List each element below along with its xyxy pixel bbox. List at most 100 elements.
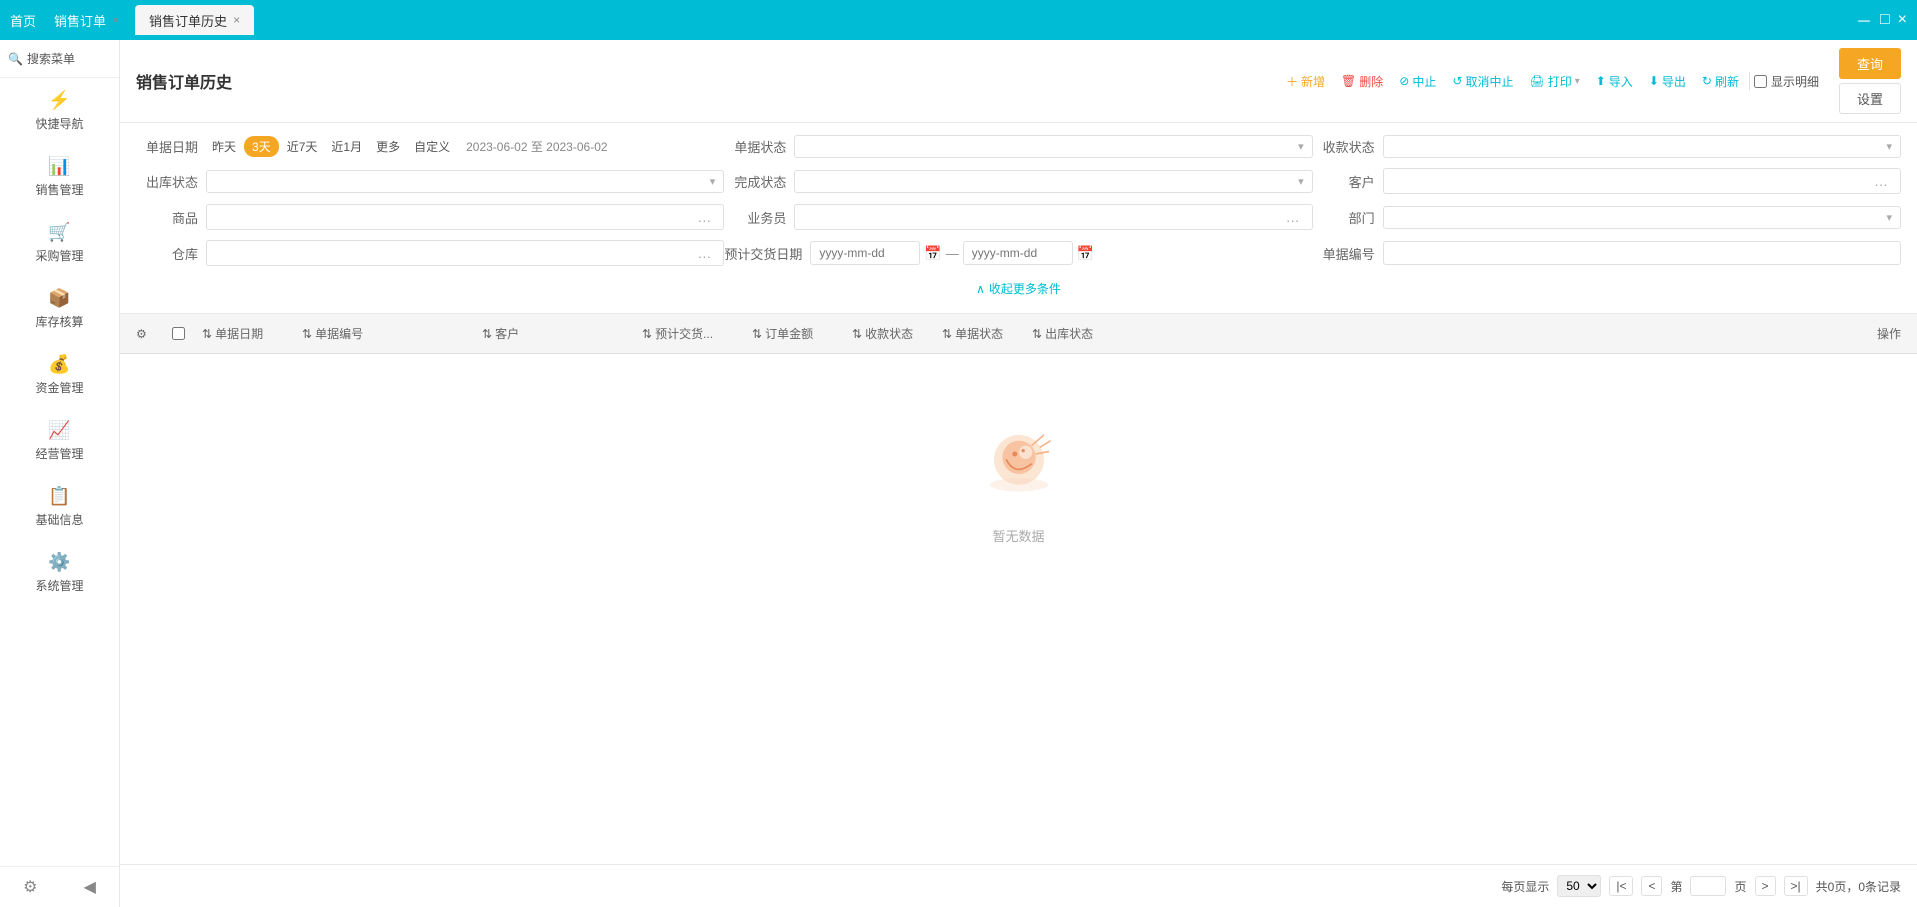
- sidebar-collapse-icon[interactable]: ◀: [84, 877, 96, 897]
- sort-icon-receipt: ⇅: [852, 327, 862, 341]
- th-order-no[interactable]: ⇅ 单据编号: [294, 325, 474, 342]
- goods-ellipsis-btn[interactable]: …: [693, 209, 715, 225]
- sidebar-settings-icon[interactable]: ⚙: [23, 877, 37, 897]
- delivery-date-calendar-to-icon[interactable]: 📅: [1077, 245, 1094, 262]
- window-maximize-icon[interactable]: □: [1880, 11, 1890, 29]
- table-settings-icon[interactable]: ⚙: [136, 327, 147, 341]
- window-minimize-icon[interactable]: －: [1856, 8, 1872, 32]
- receipt-status-select[interactable]: ▾: [1383, 135, 1901, 158]
- sidebar-item-inventory[interactable]: 📦 库存核算: [0, 276, 119, 342]
- system-mgmt-icon: ⚙️: [48, 552, 70, 573]
- th-order-status[interactable]: ⇅ 单据状态: [934, 325, 1024, 342]
- print-button[interactable]: 🖨 打印 ▾: [1523, 69, 1585, 94]
- top-bar: 首页 销售订单 × 销售订单历史 × － □ ×: [0, 0, 1917, 40]
- last7days-btn[interactable]: 近7天: [281, 136, 324, 157]
- tab-home[interactable]: 首页: [10, 11, 36, 30]
- settings-button[interactable]: 设置: [1839, 83, 1901, 114]
- delete-icon: 🗑: [1341, 74, 1356, 88]
- order-no-label: 单据编号: [1313, 244, 1383, 263]
- page-label-2: 页: [1734, 878, 1746, 895]
- first-page-btn[interactable]: |<: [1609, 876, 1633, 896]
- last-page-btn[interactable]: >|: [1784, 876, 1808, 896]
- prev-page-btn[interactable]: <: [1641, 876, 1662, 896]
- delivery-date-from[interactable]: [810, 241, 920, 265]
- out-status-select[interactable]: ▾: [206, 170, 724, 193]
- import-button[interactable]: ⬆ 导入: [1590, 69, 1639, 94]
- delivery-date-to[interactable]: [963, 241, 1073, 265]
- th-delivery[interactable]: ⇅ 预计交货...: [634, 325, 744, 342]
- delete-button[interactable]: 🗑 删除: [1335, 69, 1389, 94]
- delivery-date-calendar-from-icon[interactable]: 📅: [924, 245, 941, 262]
- next-page-btn[interactable]: >: [1755, 876, 1776, 896]
- new-icon: ＋: [1286, 73, 1298, 90]
- sidebar-item-quick-nav[interactable]: ⚡ 快捷导航: [0, 78, 119, 144]
- last1month-btn[interactable]: 近1月: [325, 136, 368, 157]
- out-status-label: 出库状态: [136, 172, 206, 191]
- close-tab-sales-order-history[interactable]: ×: [233, 13, 240, 27]
- search-icon: 🔍: [8, 52, 23, 66]
- toolbar: 销售订单历史 ＋ 新增 🗑 删除 ⊘ 中止 ↺ 取消中止: [120, 40, 1917, 123]
- query-button[interactable]: 查询: [1839, 48, 1901, 79]
- customer-ellipsis-btn[interactable]: …: [1870, 173, 1892, 189]
- toolbar-actions: ＋ 新增 🗑 删除 ⊘ 中止 ↺ 取消中止 🖨 打印: [1280, 69, 1819, 94]
- empty-text: 暂无数据: [992, 526, 1044, 545]
- sidebar-item-finance[interactable]: 💰 资金管理: [0, 342, 119, 408]
- th-customer[interactable]: ⇅ 客户: [474, 325, 634, 342]
- th-out-status[interactable]: ⇅ 出库状态: [1024, 325, 1114, 342]
- sidebar-item-basic-info[interactable]: 📋 基础信息: [0, 474, 119, 540]
- order-no-input[interactable]: [1383, 241, 1901, 265]
- th-settings[interactable]: ⚙: [128, 327, 164, 341]
- more-btn[interactable]: 更多: [370, 136, 406, 157]
- display-detail-input[interactable]: [1754, 75, 1767, 88]
- finance-icon: 💰: [48, 354, 70, 375]
- filter-row-1: 单据日期 昨天 3天 近7天 近1月 更多 自定义 2023-06-02 至 2…: [136, 135, 1901, 158]
- sidebar-item-purchase-mgmt[interactable]: 🛒 采购管理: [0, 210, 119, 276]
- customer-label: 客户: [1313, 172, 1383, 191]
- sidebar-item-system-mgmt[interactable]: ⚙️ 系统管理: [0, 540, 119, 606]
- collapse-row[interactable]: ∧ 收起更多条件: [136, 276, 1901, 301]
- print-icon: 🖨: [1529, 74, 1544, 88]
- page-input[interactable]: 1: [1690, 876, 1726, 896]
- tab-sales-order-history[interactable]: 销售订单历史 ×: [135, 5, 254, 35]
- export-icon: ⬇: [1649, 74, 1659, 88]
- sidebar-item-operations[interactable]: 📈 经营管理: [0, 408, 119, 474]
- sidebar-search[interactable]: 🔍 搜索菜单: [0, 40, 119, 78]
- purchase-mgmt-icon: 🛒: [48, 222, 70, 243]
- department-chevron-icon: ▾: [1886, 211, 1892, 224]
- page-size-select[interactable]: 50: [1557, 875, 1601, 897]
- salesperson-ellipsis-btn[interactable]: …: [1282, 209, 1304, 225]
- sort-icon-date: ⇅: [202, 327, 212, 341]
- export-button[interactable]: ⬇ 导出: [1643, 69, 1692, 94]
- stop-button[interactable]: ⊘ 中止: [1393, 69, 1442, 94]
- total-text: 共0页，0条记录: [1816, 878, 1901, 895]
- refresh-button[interactable]: ↻ 刷新: [1696, 69, 1745, 94]
- th-check[interactable]: [164, 327, 194, 340]
- th-amount[interactable]: ⇅ 订单金额: [744, 325, 844, 342]
- delivery-date-separator: —: [946, 246, 959, 261]
- refresh-icon: ↻: [1702, 74, 1712, 88]
- th-receipt-status[interactable]: ⇅ 收款状态: [844, 325, 934, 342]
- delivery-date-label: 预计交货日期: [724, 244, 810, 263]
- today-3day-btn[interactable]: 3天: [244, 136, 279, 157]
- warehouse-ellipsis-btn[interactable]: …: [693, 245, 715, 261]
- close-tab-sales-order[interactable]: ×: [112, 13, 119, 27]
- chevron-up-icon: ∧: [976, 282, 985, 296]
- display-detail-checkbox[interactable]: 显示明细: [1754, 73, 1819, 90]
- new-button[interactable]: ＋ 新增: [1280, 69, 1331, 94]
- delivery-date-group: 📅 — 📅: [810, 241, 1312, 265]
- yesterday-btn[interactable]: 昨天: [206, 136, 242, 157]
- th-date[interactable]: ⇅ 单据日期: [194, 325, 294, 342]
- department-select[interactable]: ▾: [1383, 206, 1901, 229]
- window-close-icon[interactable]: ×: [1898, 11, 1907, 29]
- sidebar-item-sales-mgmt[interactable]: 📊 销售管理: [0, 144, 119, 210]
- cancel-stop-button[interactable]: ↺ 取消中止: [1446, 69, 1519, 94]
- toolbar-divider: [1749, 72, 1750, 90]
- department-label: 部门: [1313, 208, 1383, 227]
- select-all-checkbox[interactable]: [172, 327, 185, 340]
- custom-btn[interactable]: 自定义: [408, 136, 456, 157]
- order-status-select[interactable]: ▾: [794, 135, 1312, 158]
- basic-info-icon: 📋: [48, 486, 70, 507]
- complete-status-select[interactable]: ▾: [794, 170, 1312, 193]
- tab-sales-order[interactable]: 销售订单 ×: [40, 5, 133, 35]
- table-area: ⚙ ⇅ 单据日期 ⇅ 单据编号 ⇅ 客户 ⇅: [120, 314, 1917, 864]
